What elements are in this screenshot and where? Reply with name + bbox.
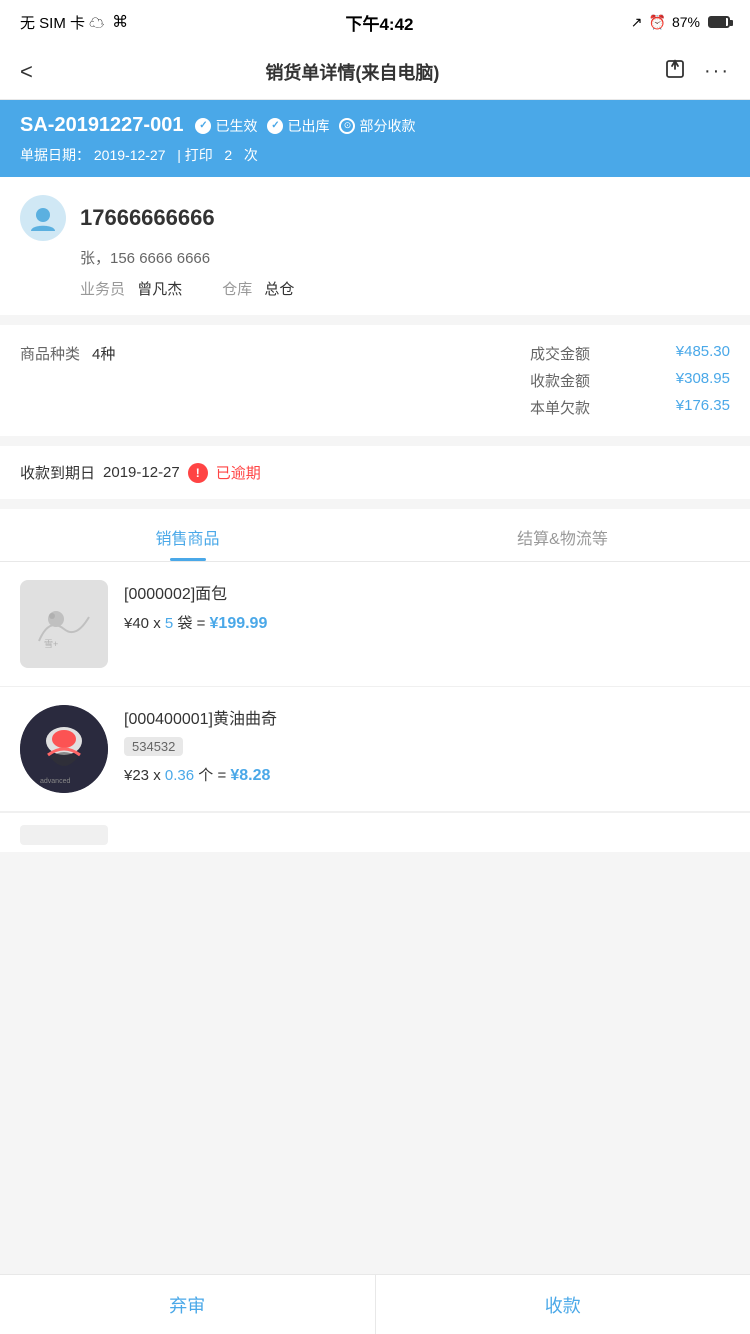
product-info-2: [000400001]黄油曲奇 534532 ¥23 x 0.36 个 = ¥8… [124, 705, 730, 785]
products-section: 雪+ [0000002]面包 ¥40 x 5 袋 = ¥199.99 [0, 562, 750, 852]
product-name-1: [0000002]面包 [124, 580, 730, 604]
alarm-icon: ⏰ [649, 14, 666, 31]
amount-label: 成交金额 [530, 343, 590, 364]
summary-section: 商品种类 4种 成交金额 ¥485.30 收款金额 ¥308.95 本单欠款 ¥… [0, 325, 750, 436]
order-banner: SA-20191227-001 ✓ 已生效 ✓ 已出库 ⊙ 部分收款 单据日期：… [0, 100, 750, 177]
tab-sales-products[interactable]: 销售商品 [0, 509, 375, 561]
due-section: 收款到期日 2019-12-27 ! 已逾期 [0, 446, 750, 499]
cancel-button[interactable]: 弃审 [0, 1275, 376, 1334]
product-total-1: ¥199.99 [210, 615, 268, 632]
tabs-section: 销售商品 结算&物流等 [0, 509, 750, 562]
product-name-2: [000400001]黄油曲奇 [124, 705, 730, 729]
received-label: 收款金额 [530, 370, 590, 391]
status-shipped: ✓ 已出库 [267, 116, 329, 136]
staff-value: 曾凡杰 [137, 281, 182, 298]
product-sku-2: 534532 [124, 737, 183, 756]
debt-label: 本单欠款 [530, 397, 590, 418]
product-qty-2: 0.36 [165, 767, 194, 784]
customer-sub: 张，156 6666 6666 [80, 247, 730, 268]
product-price-1: ¥40 x 5 袋 = ¥199.99 [124, 612, 730, 633]
received-value: ¥308.95 [676, 370, 730, 391]
bottom-spacer [0, 852, 750, 922]
due-date: 2019-12-27 [103, 464, 180, 481]
staff-label: 业务员 [80, 281, 125, 298]
back-button[interactable]: < [20, 55, 41, 89]
overdue-text: 已逾期 [216, 462, 261, 483]
warehouse-label: 仓库 [222, 281, 252, 298]
tabs-row: 销售商品 结算&物流等 [0, 509, 750, 561]
customer-avatar [20, 195, 66, 241]
battery-icon [708, 16, 730, 28]
status-partial-payment: ⊙ 部分收款 [339, 116, 415, 136]
customer-meta: 业务员 曾凡杰 仓库 总仓 [80, 278, 730, 299]
product-image-2: advanced [20, 705, 108, 793]
product-item-3-partial [0, 812, 750, 852]
status-time: 下午4:42 [345, 10, 413, 35]
clock-icon: ⊙ [339, 118, 355, 134]
nav-icons: ··· [664, 58, 730, 85]
customer-name: 17666666666 [80, 205, 215, 231]
status-tags: ✓ 已生效 ✓ 已出库 ⊙ 部分收款 [195, 116, 415, 136]
order-date: 单据日期： 2019-12-27 | 打印 2 次 [20, 145, 730, 165]
status-right: ↗ ⏰ 87% [631, 14, 730, 31]
due-label: 收款到期日 [20, 462, 95, 483]
product-image-1: 雪+ [20, 580, 108, 668]
nav-bar: < 销货单详情(来自电脑) ··· [0, 44, 750, 100]
status-left: 无 SIM 卡 ☁ ⌘ [20, 12, 128, 33]
debt-value: ¥176.35 [676, 397, 730, 418]
status-bar: 无 SIM 卡 ☁ ⌘ 下午4:42 ↗ ⏰ 87% [0, 0, 750, 44]
check-icon-2: ✓ [267, 118, 283, 134]
type-label: 商品种类 [20, 343, 80, 364]
type-value: 4种 [92, 343, 115, 364]
wifi-icon: ⌘ [112, 12, 128, 32]
warehouse-value: 总仓 [264, 281, 294, 298]
summary-right: 成交金额 ¥485.30 收款金额 ¥308.95 本单欠款 ¥176.35 [530, 343, 730, 418]
product-qty-1: 5 [165, 615, 173, 632]
sim-label: 无 SIM 卡 ☁ [20, 12, 104, 33]
status-activated: ✓ 已生效 [195, 116, 257, 136]
overdue-icon: ! [188, 463, 208, 483]
amount-value: ¥485.30 [676, 343, 730, 364]
confirm-button[interactable]: 收款 [376, 1275, 750, 1334]
product-total-2: ¥8.28 [230, 767, 270, 784]
page-title: 销货单详情(来自电脑) [265, 59, 439, 85]
customer-section: 17666666666 张，156 6666 6666 业务员 曾凡杰 仓库 总… [0, 177, 750, 315]
battery-level: 87% [672, 14, 700, 30]
tab-settlement-logistics[interactable]: 结算&物流等 [375, 509, 750, 561]
svg-text:advanced: advanced [40, 778, 70, 785]
check-icon-1: ✓ [195, 118, 211, 134]
product-info-1: [0000002]面包 ¥40 x 5 袋 = ¥199.99 [124, 580, 730, 633]
svg-text:雪+: 雪+ [44, 639, 58, 649]
bottom-bar: 弃审 收款 [0, 1274, 750, 1334]
more-button[interactable]: ··· [704, 60, 730, 83]
product-price-2: ¥23 x 0.36 个 = ¥8.28 [124, 764, 730, 785]
product-item: 雪+ [0000002]面包 ¥40 x 5 袋 = ¥199.99 [0, 562, 750, 687]
share-button[interactable] [664, 58, 686, 85]
order-id: SA-20191227-001 [20, 114, 183, 137]
product-item-2: advanced [000400001]黄油曲奇 534532 ¥23 x 0.… [0, 687, 750, 812]
location-icon: ↗ [631, 14, 643, 31]
